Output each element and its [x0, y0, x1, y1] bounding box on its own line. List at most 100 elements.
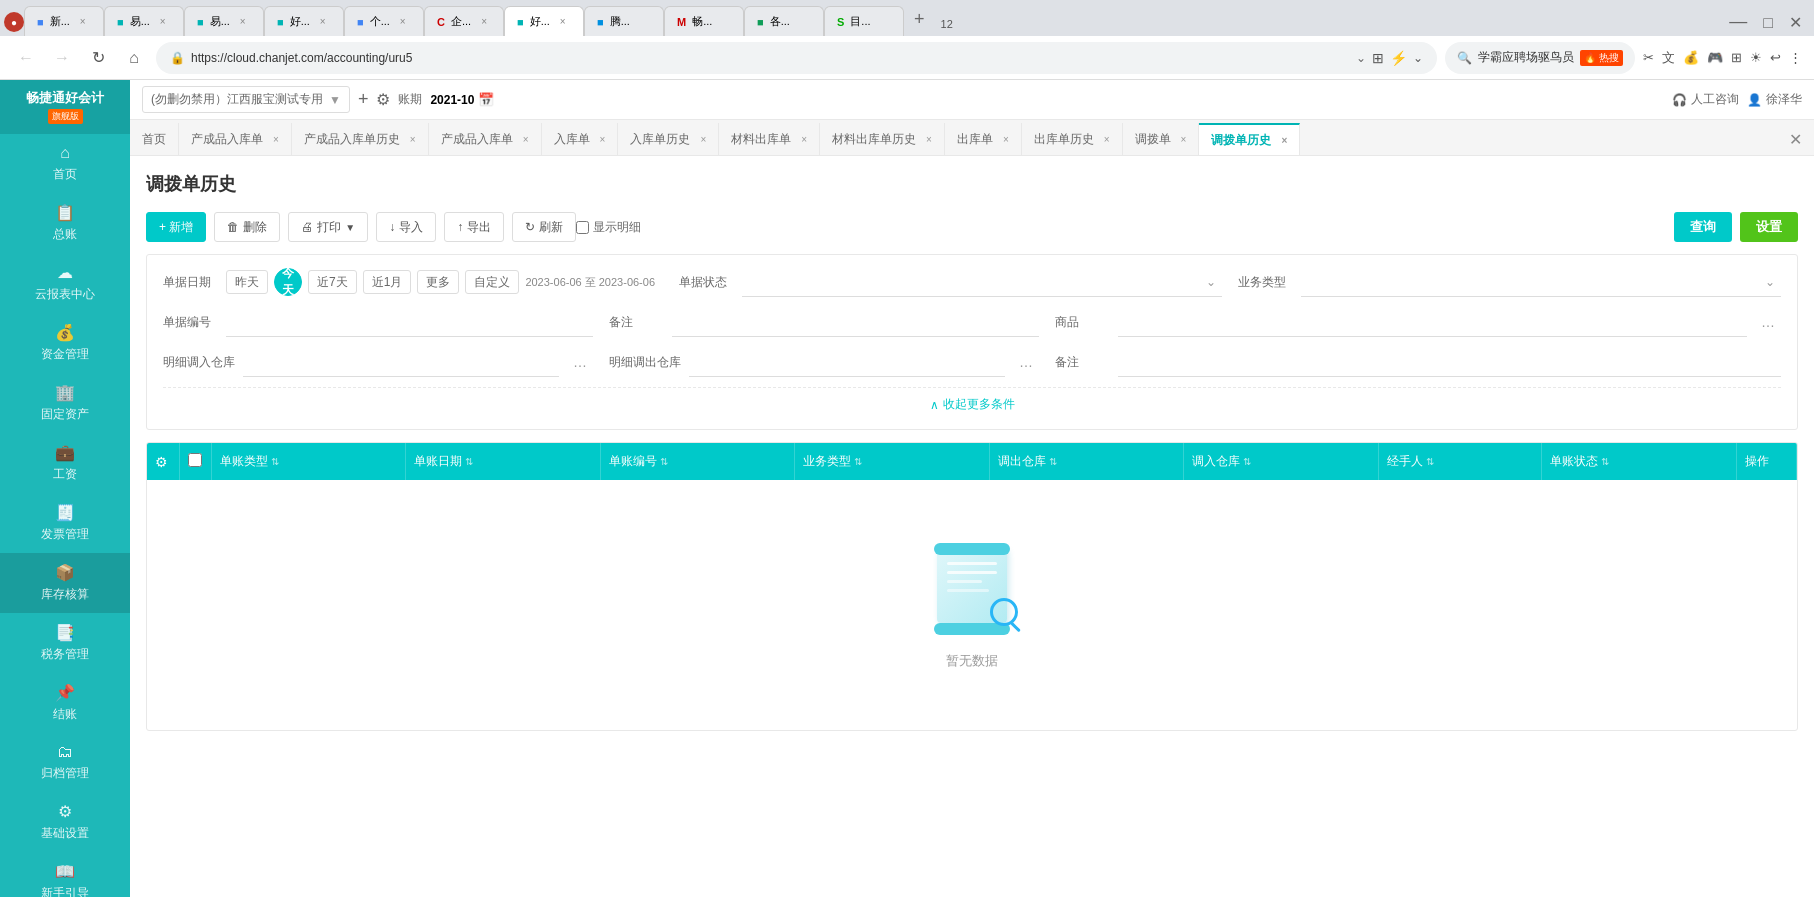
- delete-button[interactable]: 🗑 删除: [214, 212, 280, 242]
- sidebar-item-reports[interactable]: ☁ 云报表中心: [0, 253, 130, 313]
- menu-icon[interactable]: ⋮: [1789, 50, 1802, 65]
- home-button[interactable]: ⌂: [120, 44, 148, 72]
- week-btn[interactable]: 近7天: [308, 270, 357, 294]
- table-gear-icon[interactable]: ⚙: [155, 454, 168, 470]
- new-button[interactable]: + 新增: [146, 212, 206, 242]
- remarks2-input[interactable]: [1118, 347, 1781, 377]
- detail-out-ellipsis-btn[interactable]: …: [1013, 354, 1039, 370]
- detail-in-ellipsis-btn[interactable]: …: [567, 354, 593, 370]
- sidebar-item-fixed-assets[interactable]: 🏢 固定资产: [0, 373, 130, 433]
- tab-chang[interactable]: M 畅...: [664, 6, 744, 36]
- col-operator[interactable]: 经手人 ⇅: [1378, 443, 1542, 480]
- tab-ge[interactable]: ■ 个... ×: [344, 6, 424, 36]
- support-btn[interactable]: 🎧 人工咨询: [1672, 91, 1739, 108]
- tab-yi2[interactable]: ■ 易... ×: [184, 6, 264, 36]
- page-tab-in-history[interactable]: 入库单历史 ×: [618, 123, 719, 155]
- sidebar-item-payroll[interactable]: 💼 工资: [0, 433, 130, 493]
- detail-out-input[interactable]: [689, 347, 1005, 377]
- table-settings-col[interactable]: ⚙: [147, 443, 179, 480]
- sidebar-item-invoice[interactable]: 🧾 发票管理: [0, 493, 130, 553]
- tab-ge2[interactable]: ■ 各...: [744, 6, 824, 36]
- minimize-btn[interactable]: —: [1721, 11, 1755, 36]
- custom-date-btn[interactable]: 自定义: [465, 270, 519, 294]
- col-transfer-in[interactable]: 调入仓库 ⇅: [1184, 443, 1379, 480]
- tab-hao[interactable]: ■ 好... ×: [264, 6, 344, 36]
- apps-icon[interactable]: ⊞: [1731, 50, 1742, 65]
- wallet-icon[interactable]: 💰: [1683, 50, 1699, 65]
- company-settings-button[interactable]: ⚙: [376, 90, 390, 109]
- page-tab-material-out[interactable]: 材料出库单 ×: [719, 123, 820, 155]
- month-btn[interactable]: 近1月: [363, 270, 412, 294]
- theme-icon[interactable]: ☀: [1750, 50, 1762, 65]
- sidebar-item-assets[interactable]: 💰 资金管理: [0, 313, 130, 373]
- col-doc-date[interactable]: 单账日期 ⇅: [406, 443, 601, 480]
- address-bar[interactable]: 🔒 https://cloud.chanjet.com/accounting/u…: [156, 42, 1437, 74]
- company-selector[interactable]: (勿删勿禁用）江西服宝测试专用 ▼: [142, 86, 350, 113]
- display-toggle-checkbox[interactable]: [576, 221, 589, 234]
- sidebar-item-closing[interactable]: 📌 结账: [0, 673, 130, 733]
- tab-new-btn[interactable]: +: [904, 9, 935, 36]
- import-button[interactable]: ↓ 导入: [376, 212, 436, 242]
- more-date-btn[interactable]: 更多: [417, 270, 459, 294]
- forward-button[interactable]: →: [48, 44, 76, 72]
- tab-new1[interactable]: ■ 新... ×: [24, 6, 104, 36]
- tab-mu[interactable]: S 目...: [824, 6, 904, 36]
- sidebar-item-archive[interactable]: 🗂 归档管理: [0, 733, 130, 792]
- reload-button[interactable]: ↻: [84, 44, 112, 72]
- page-tab-product-in-history[interactable]: 产成品入库单历史 ×: [292, 123, 429, 155]
- table-checkbox-col[interactable]: [179, 443, 211, 480]
- sidebar-item-guide[interactable]: 📖 新手引导: [0, 852, 130, 897]
- print-button[interactable]: 🖨 打印 ▼: [288, 212, 368, 242]
- sidebar-item-inventory[interactable]: 📦 库存核算: [0, 553, 130, 613]
- doc-no-input[interactable]: [226, 307, 593, 337]
- col-doc-no[interactable]: 单账编号 ⇅: [600, 443, 795, 480]
- refresh-button[interactable]: ↻ 刷新: [512, 212, 576, 242]
- detail-in-input[interactable]: [243, 347, 559, 377]
- period-value[interactable]: 2021-10 📅: [430, 92, 494, 107]
- page-tab-material-out-history[interactable]: 材料出库单历史 ×: [820, 123, 945, 155]
- settings-button[interactable]: 设置: [1740, 212, 1798, 242]
- col-business-type[interactable]: 业务类型 ⇅: [795, 443, 990, 480]
- select-all-checkbox[interactable]: [188, 453, 202, 467]
- page-tab-home[interactable]: 首页: [130, 123, 179, 155]
- sidebar-item-settings[interactable]: ⚙ 基础设置: [0, 792, 130, 852]
- page-tab-transfer-history[interactable]: 调拨单历史 ×: [1199, 123, 1300, 155]
- tab-teng[interactable]: ■ 腾...: [584, 6, 664, 36]
- game-icon[interactable]: 🎮: [1707, 50, 1723, 65]
- add-company-button[interactable]: +: [358, 89, 369, 110]
- page-tab-in-order[interactable]: 入库单 ×: [542, 123, 619, 155]
- yesterday-btn[interactable]: 昨天: [226, 270, 268, 294]
- business-type-select[interactable]: ⌄: [1301, 267, 1781, 297]
- sidebar-item-ledger[interactable]: 📋 总账: [0, 193, 130, 253]
- scissors-icon[interactable]: ✂: [1643, 50, 1654, 65]
- goods-input[interactable]: [1118, 307, 1747, 337]
- page-tab-product-in[interactable]: 产成品入库单 ×: [179, 123, 292, 155]
- close-window-btn[interactable]: ✕: [1781, 13, 1810, 36]
- col-transfer-out[interactable]: 调出仓库 ⇅: [989, 443, 1184, 480]
- tab-hao-active[interactable]: ■ 好... ×: [504, 6, 584, 36]
- remark-input[interactable]: [672, 307, 1039, 337]
- undo-icon[interactable]: ↩: [1770, 50, 1781, 65]
- page-tab-product-in2[interactable]: 产成品入库单 ×: [429, 123, 542, 155]
- back-button[interactable]: ←: [12, 44, 40, 72]
- translate-icon[interactable]: 文: [1662, 49, 1675, 67]
- col-doc-status[interactable]: 单账状态 ⇅: [1542, 443, 1737, 480]
- tab-yi1[interactable]: ■ 易... ×: [104, 6, 184, 36]
- collapse-filter-btn[interactable]: ∧ 收起更多条件: [163, 387, 1781, 417]
- page-tab-out-order[interactable]: 出库单 ×: [945, 123, 1022, 155]
- status-select[interactable]: ⌄: [742, 267, 1222, 297]
- export-button[interactable]: ↑ 导出: [444, 212, 504, 242]
- maximize-btn[interactable]: □: [1755, 14, 1781, 36]
- page-tab-transfer[interactable]: 调拨单 ×: [1123, 123, 1200, 155]
- close-all-tabs-btn[interactable]: ✕: [1777, 123, 1814, 155]
- page-tab-out-history[interactable]: 出库单历史 ×: [1022, 123, 1123, 155]
- sidebar-item-home[interactable]: ⌂ 首页: [0, 134, 130, 193]
- browser-search-bar[interactable]: 🔍 学霸应聘场驱鸟员 🔥 热搜: [1445, 42, 1635, 74]
- query-button[interactable]: 查询: [1674, 212, 1732, 242]
- display-toggle-label[interactable]: 显示明细: [576, 219, 641, 236]
- today-btn[interactable]: 今天: [274, 268, 302, 296]
- col-doc-type[interactable]: 单账类型 ⇅: [211, 443, 406, 480]
- goods-ellipsis-btn[interactable]: …: [1755, 314, 1781, 330]
- tab-qi[interactable]: C 企... ×: [424, 6, 504, 36]
- sidebar-item-tax[interactable]: 📑 税务管理: [0, 613, 130, 673]
